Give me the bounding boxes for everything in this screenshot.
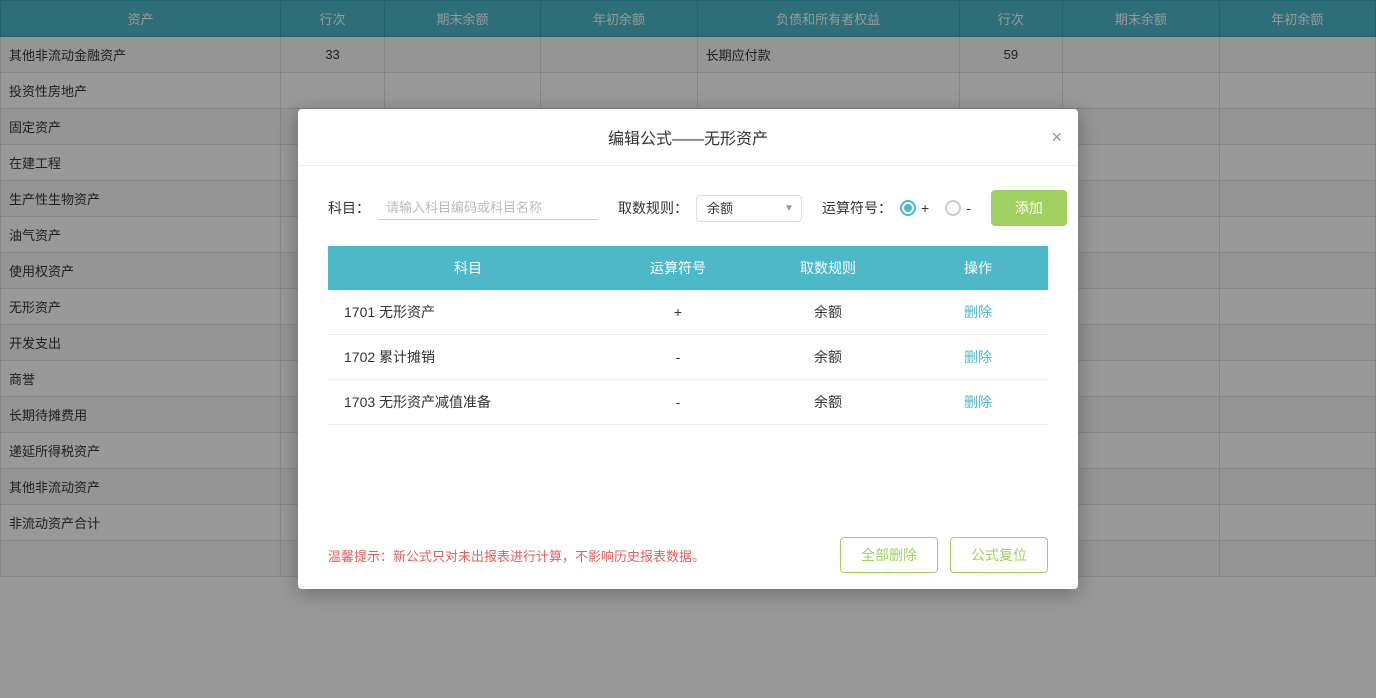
modal-dialog: 编辑公式——无形资产 × 科目： 取数规则： 余额 借方发生额 [298, 109, 1078, 589]
subject-input[interactable] [378, 196, 598, 220]
formula-table-header-row: 科目 运算符号 取数规则 操作 [328, 246, 1048, 290]
formula-rule-cell: 余额 [748, 290, 908, 335]
tip-text: 温馨提示：新公式只对未出报表进行计算，不影响历史报表数据。 [328, 546, 705, 565]
rule-group: 取数规则： 余额 借方发生额 贷方发生额 ▼ [618, 195, 802, 222]
add-button[interactable]: 添加 [991, 190, 1067, 226]
formula-table: 科目 运算符号 取数规则 操作 1701 无形资产+余额删除1702 累计摊销-… [328, 246, 1048, 425]
modal-overlay: 编辑公式——无形资产 × 科目： 取数规则： 余额 借方发生额 [0, 0, 1376, 698]
rule-select-wrapper: 余额 借方发生额 贷方发生额 ▼ [696, 195, 802, 222]
col-rule: 取数规则 [748, 246, 908, 290]
operator-minus-label: - [966, 200, 971, 216]
formula-subject-cell: 1703 无形资产减值准备 [328, 380, 608, 425]
reset-formula-button[interactable]: 公式复位 [950, 537, 1048, 573]
subject-label: 科目： [328, 198, 370, 218]
modal-header: 编辑公式——无形资产 × [298, 109, 1078, 166]
modal-close-button[interactable]: × [1051, 128, 1062, 146]
formula-operator-cell: - [608, 380, 748, 425]
formula-action-cell: 删除 [908, 290, 1048, 335]
formula-action-cell: 删除 [908, 380, 1048, 425]
delete-row-button[interactable]: 删除 [964, 347, 992, 367]
delete-row-button[interactable]: 删除 [964, 302, 992, 322]
col-operator: 运算符号 [608, 246, 748, 290]
col-subject: 科目 [328, 246, 608, 290]
operator-plus-label: + [921, 200, 929, 216]
col-action: 操作 [908, 246, 1048, 290]
modal-footer: 温馨提示：新公式只对未出报表进行计算，不影响历史报表数据。 全部删除 公式复位 [298, 521, 1078, 589]
subject-group: 科目： [328, 196, 598, 220]
modal-body: 科目： 取数规则： 余额 借方发生额 贷方发生额 ▼ [298, 166, 1078, 521]
formula-subject-cell: 1702 累计摊销 [328, 335, 608, 380]
operator-minus-radio[interactable] [945, 200, 961, 216]
formula-subject-cell: 1701 无形资产 [328, 290, 608, 335]
formula-operator-cell: + [608, 290, 748, 335]
rule-select[interactable]: 余额 借方发生额 贷方发生额 [696, 195, 802, 222]
form-row: 科目： 取数规则： 余额 借方发生额 贷方发生额 ▼ [328, 190, 1048, 226]
footer-buttons: 全部删除 公式复位 [840, 537, 1048, 573]
formula-table-row: 1701 无形资产+余额 删除 [328, 290, 1048, 335]
operator-plus-item[interactable]: + [900, 200, 929, 216]
operator-group: 运算符号： + - [822, 198, 971, 218]
formula-table-row: 1702 累计摊销-余额 删除 [328, 335, 1048, 380]
rule-label: 取数规则： [618, 198, 688, 218]
delete-row-button[interactable]: 删除 [964, 392, 992, 412]
operator-label: 运算符号： [822, 198, 892, 218]
delete-all-button[interactable]: 全部删除 [840, 537, 938, 573]
operator-radio-group: + - [900, 200, 971, 216]
modal-title: 编辑公式——无形资产 [608, 131, 768, 148]
operator-plus-radio[interactable] [900, 200, 916, 216]
formula-operator-cell: - [608, 335, 748, 380]
formula-rule-cell: 余额 [748, 380, 908, 425]
operator-minus-item[interactable]: - [945, 200, 971, 216]
formula-table-row: 1703 无形资产减值准备-余额 删除 [328, 380, 1048, 425]
formula-action-cell: 删除 [908, 335, 1048, 380]
formula-rule-cell: 余额 [748, 335, 908, 380]
